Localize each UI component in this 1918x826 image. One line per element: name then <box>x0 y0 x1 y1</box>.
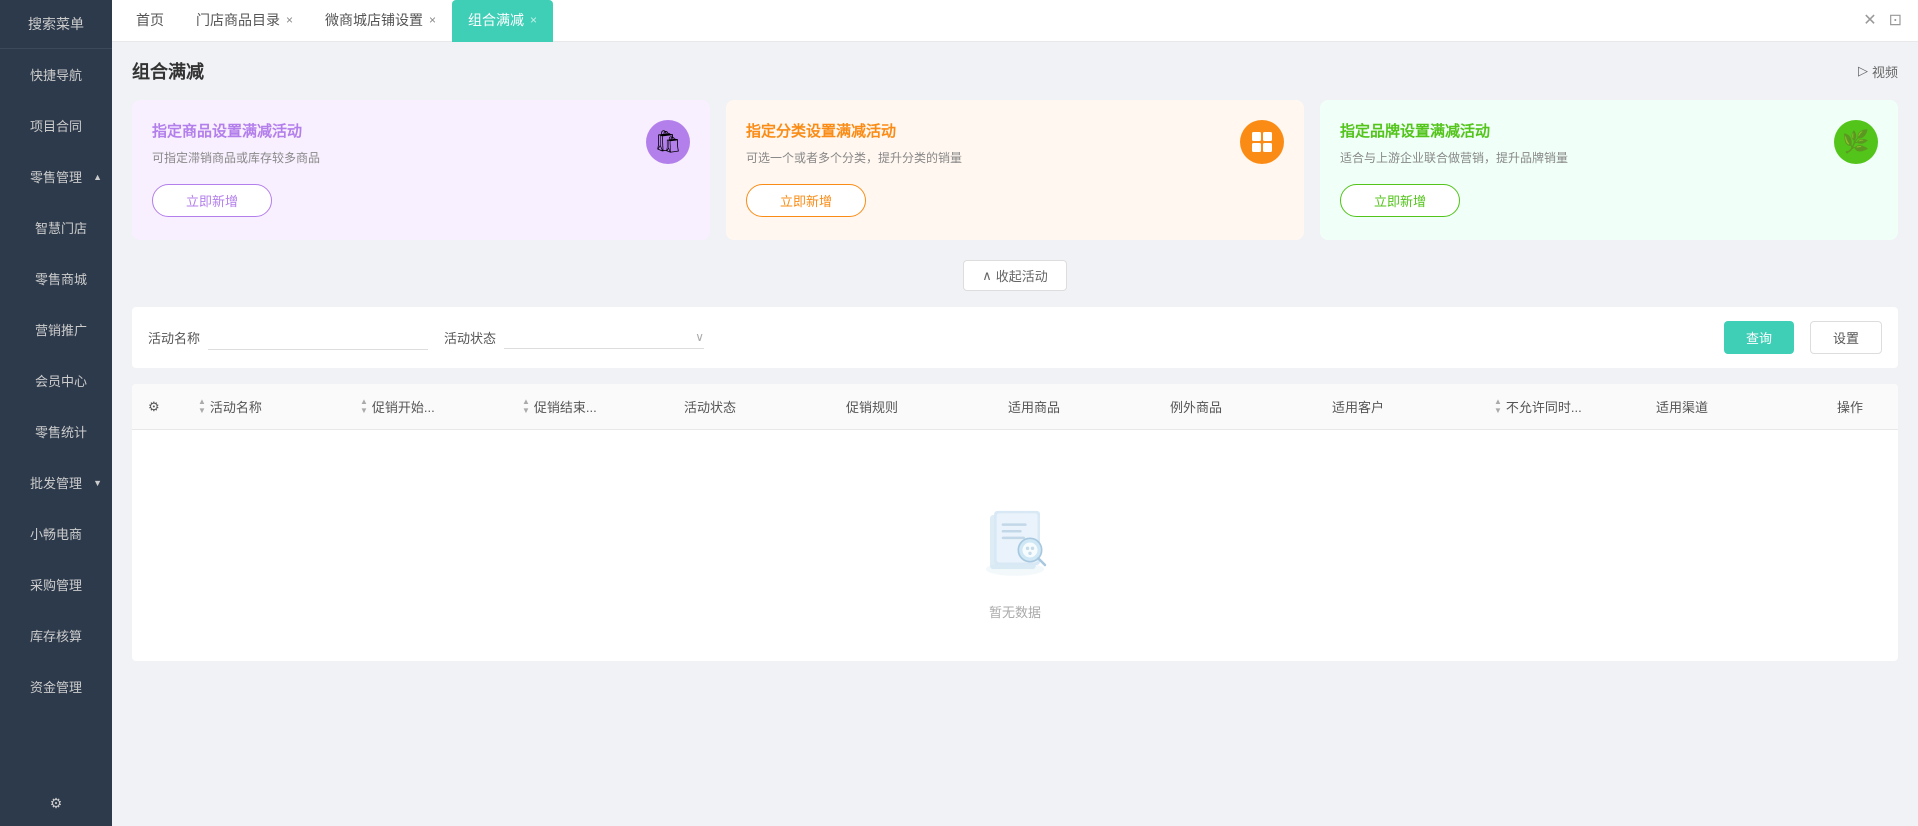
bag-icon: 🛍 <box>654 129 682 155</box>
card-desc-brand: 适合与上游企业联合做营销，提升品牌销量 <box>1340 149 1878 168</box>
th-gear[interactable]: ⚙ <box>140 387 190 427</box>
th-activity-status: 活动状态 <box>676 385 838 428</box>
th-promo-rule: 促销规则 <box>838 385 1000 428</box>
main-area: 首页 门店商品目录 × 微商城店铺设置 × 组合满减 × ✕ ⊡ 组合满减 ▷ … <box>112 0 1918 826</box>
page-header: 组合满减 ▷ 视频 <box>132 58 1898 84</box>
sidebar-item-ecommerce[interactable]: 小畅电商 <box>0 508 112 559</box>
activity-status-select[interactable]: ∨ <box>504 326 704 349</box>
card-icon-product: 🛍 <box>646 120 690 164</box>
card-title-product: 指定商品设置满减活动 <box>152 120 690 141</box>
tab-close-store-catalog[interactable]: × <box>286 13 293 27</box>
sidebar-item-purchase-mgmt[interactable]: 采购管理 <box>0 559 112 610</box>
add-product-activity-button[interactable]: 立即新增 <box>152 184 272 217</box>
gear-table-icon: ⚙ <box>148 399 160 415</box>
sidebar-item-retail-stats[interactable]: 零售统计 <box>0 406 112 457</box>
sidebar-item-project-contract[interactable]: 项目合同 <box>0 100 112 151</box>
tab-combo-discount[interactable]: 组合满减 × <box>452 0 553 42</box>
activity-status-field: 活动状态 ∨ <box>444 326 704 349</box>
tab-close-wechat-store[interactable]: × <box>429 13 436 27</box>
sidebar-item-quick-nav[interactable]: 快捷导航 <box>0 49 112 100</box>
card-title-brand: 指定品牌设置满减活动 <box>1340 120 1878 141</box>
window-controls: ✕ ⊡ <box>1855 13 1910 29</box>
video-link[interactable]: ▷ 视频 <box>1858 62 1898 81</box>
th-activity-name: ▲▼ 活动名称 <box>190 385 352 428</box>
card-icon-brand: 🌿 <box>1834 120 1878 164</box>
activity-status-label: 活动状态 <box>444 328 496 347</box>
sidebar-item-smart-store[interactable]: 智慧门店 <box>0 202 112 253</box>
th-promo-end: ▲▼ 促销结束... <box>514 385 676 428</box>
add-brand-activity-button[interactable]: 立即新增 <box>1340 184 1460 217</box>
activity-name-label: 活动名称 <box>148 328 200 347</box>
tab-home[interactable]: 首页 <box>120 0 180 42</box>
th-sort-promo-start[interactable]: ▲▼ <box>360 398 368 415</box>
sidebar: 搜索菜单 快捷导航 项目合同 零售管理 智慧门店 零售商城 营销推广 会员中心 … <box>0 0 112 826</box>
window-close-btn[interactable]: ✕ <box>1863 13 1876 29</box>
th-exception-goods: 例外商品 <box>1162 385 1324 428</box>
tab-bar: 首页 门店商品目录 × 微商城店铺设置 × 组合满减 × ✕ ⊡ <box>112 0 1918 42</box>
tab-close-combo-discount[interactable]: × <box>530 13 537 27</box>
settings-button[interactable]: 设置 <box>1810 321 1882 354</box>
sidebar-item-wholesale-mgmt[interactable]: 批发管理 <box>0 457 112 508</box>
data-table: ⚙ ▲▼ 活动名称 ▲▼ 促销开始... ▲▼ <box>132 384 1898 661</box>
sidebar-search[interactable]: 搜索菜单 <box>0 0 112 49</box>
sidebar-item-member-center[interactable]: 会员中心 <box>0 355 112 406</box>
th-promo-start: ▲▼ 促销开始... <box>352 385 514 428</box>
add-category-activity-button[interactable]: 立即新增 <box>746 184 866 217</box>
tab-store-catalog[interactable]: 门店商品目录 × <box>180 0 309 42</box>
page-title: 组合满减 <box>132 58 204 84</box>
sidebar-settings[interactable]: ⚙ <box>0 781 112 826</box>
play-circle-icon: ▷ <box>1858 63 1868 79</box>
th-applicable-goods: 适用商品 <box>1000 385 1162 428</box>
chevron-down-icon: ∨ <box>695 330 704 344</box>
window-minimize-btn[interactable]: ⊡ <box>1889 13 1902 29</box>
table-header: ⚙ ▲▼ 活动名称 ▲▼ 促销开始... ▲▼ <box>132 384 1898 430</box>
th-applicable-channel: 适用渠道 <box>1648 385 1810 428</box>
empty-text: 暂无数据 <box>989 602 1041 621</box>
sidebar-item-retail-mgmt[interactable]: 零售管理 <box>0 151 112 202</box>
sidebar-item-finance-mgmt[interactable]: 资金管理 <box>0 661 112 712</box>
sidebar-item-retail-mall[interactable]: 零售商城 <box>0 253 112 304</box>
gear-icon: ⚙ <box>50 795 63 811</box>
th-no-concurrent: ▲▼ 不允许同时... <box>1486 385 1648 428</box>
collapse-activity-button[interactable]: ∧ 收起活动 <box>963 260 1067 291</box>
search-bar: 活动名称 活动状态 ∨ 查询 设置 <box>132 307 1898 368</box>
card-icon-category <box>1240 120 1284 164</box>
card-desc-category: 可选一个或者多个分类，提升分类的销量 <box>746 149 1284 168</box>
collapse-bar: ∧ 收起活动 <box>132 252 1898 307</box>
activity-name-field: 活动名称 <box>148 326 428 350</box>
leaf-icon: 🌿 <box>1842 129 1869 155</box>
empty-illustration <box>965 490 1065 590</box>
card-desc-product: 可指定滞销商品或库存较多商品 <box>152 149 690 168</box>
th-sort-promo-end[interactable]: ▲▼ <box>522 398 530 415</box>
empty-state: 暂无数据 <box>132 430 1898 661</box>
chevron-up-icon: ∧ <box>982 268 992 284</box>
activity-cards: 指定商品设置满减活动 可指定滞销商品或库存较多商品 🛍 立即新增 指定分类设置满… <box>132 100 1898 240</box>
th-sort-activity-name[interactable]: ▲▼ <box>198 398 206 415</box>
sidebar-item-stock-calc[interactable]: 库存核算 <box>0 610 112 661</box>
th-sort-no-concurrent[interactable]: ▲▼ <box>1494 398 1502 415</box>
th-applicable-customer: 适用客户 <box>1324 385 1486 428</box>
tab-wechat-store[interactable]: 微商城店铺设置 × <box>309 0 452 42</box>
sidebar-item-marketing[interactable]: 营销推广 <box>0 304 112 355</box>
activity-name-input[interactable] <box>208 326 428 350</box>
activity-card-brand: 指定品牌设置满减活动 适合与上游企业联合做营销，提升品牌销量 🌿 立即新增 <box>1320 100 1898 240</box>
card-title-category: 指定分类设置满减活动 <box>746 120 1284 141</box>
activity-card-product: 指定商品设置满减活动 可指定滞销商品或库存较多商品 🛍 立即新增 <box>132 100 710 240</box>
activity-card-category: 指定分类设置满减活动 可选一个或者多个分类，提升分类的销量 立即新增 <box>726 100 1304 240</box>
th-operations: 操作 <box>1810 385 1890 428</box>
page-content: 组合满减 ▷ 视频 指定商品设置满减活动 可指定滞销商品或库存较多商品 🛍 立即… <box>112 42 1918 826</box>
query-button[interactable]: 查询 <box>1724 321 1794 354</box>
